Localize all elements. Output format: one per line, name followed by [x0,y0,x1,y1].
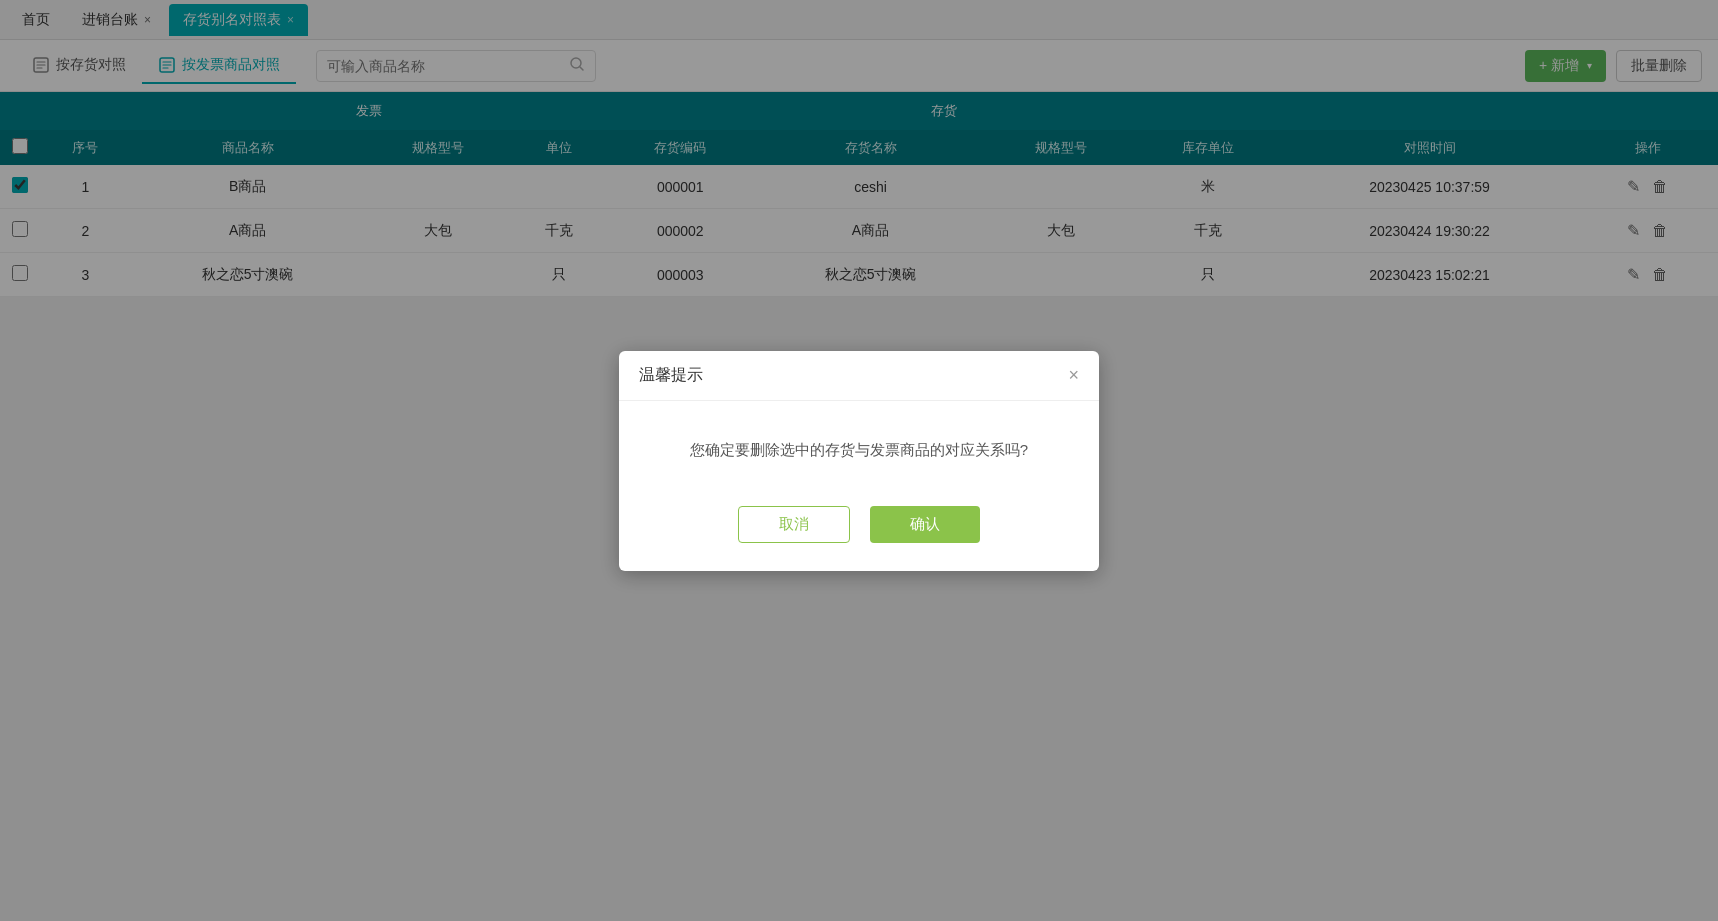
modal-cancel-button[interactable]: 取消 [738,506,850,543]
modal-body: 您确定要删除选中的存货与发票商品的对应关系吗? [619,401,1099,490]
modal-confirm-button[interactable]: 确认 [870,506,980,543]
modal-overlay: 温馨提示 × 您确定要删除选中的存货与发票商品的对应关系吗? 取消 确认 [0,0,1718,921]
modal-title: 温馨提示 [639,365,703,386]
modal-header: 温馨提示 × [619,351,1099,401]
modal-message: 您确定要删除选中的存货与发票商品的对应关系吗? [690,441,1028,458]
modal-footer: 取消 确认 [619,490,1099,571]
modal-close-button[interactable]: × [1068,366,1079,384]
confirm-modal: 温馨提示 × 您确定要删除选中的存货与发票商品的对应关系吗? 取消 确认 [619,351,1099,571]
